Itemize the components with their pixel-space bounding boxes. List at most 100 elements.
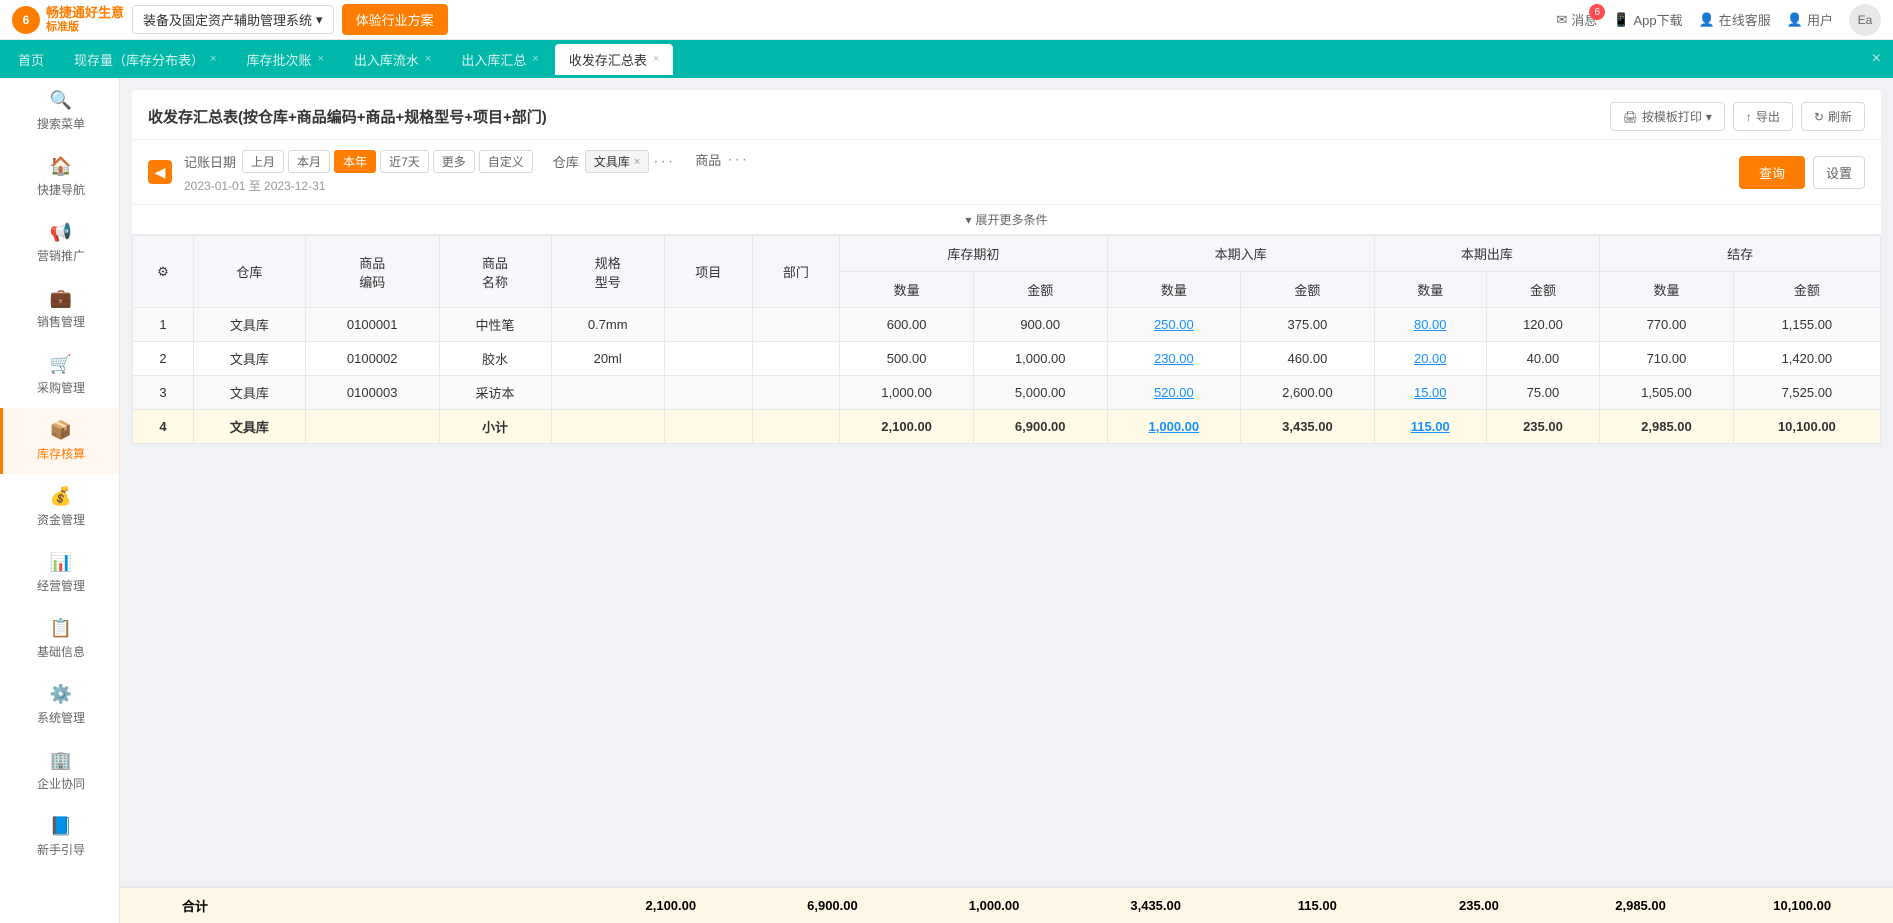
total-in-qty: 1,000.00 [913,898,1075,913]
sidebar-item-quicknav[interactable]: 🏠 快捷导航 [0,144,119,210]
service-icon: 👤 [1699,12,1715,28]
filter-toggle-icon: ◀ [155,164,166,181]
warehouse-tag-text: 文具库 [594,153,630,170]
expand-conditions-button[interactable]: ▾ 展开更多条件 [965,211,1047,228]
row-spec [551,410,664,444]
guide-icon: 📘 [50,816,72,837]
sidebar-item-system[interactable]: ⚙️ 系统管理 [0,672,119,738]
sidebar-item-inventory[interactable]: 📦 库存核算 [0,408,119,474]
export-label: 导出 [1756,108,1780,125]
sidebar-item-purchase[interactable]: 🛒 采购管理 [0,342,119,408]
tab-home[interactable]: 首页 [4,44,58,75]
sidebar-item-sales[interactable]: 💼 销售管理 [0,276,119,342]
user-label: 用户 [1807,10,1833,29]
system-title: 装备及固定资产辅助管理系统 [143,10,312,29]
row-in-qty[interactable]: 520.00 [1107,376,1241,410]
date-btn-custom[interactable]: 自定义 [479,150,533,173]
avatar[interactable]: Ea [1849,4,1881,36]
refresh-button[interactable]: ↻ 刷新 [1801,102,1865,131]
row-bal-qty: 2,985.00 [1600,410,1734,444]
dropdown-arrow-icon: ▾ [316,12,323,28]
row-in-qty[interactable]: 230.00 [1107,342,1241,376]
app-download-item[interactable]: 📱 App下载 [1613,10,1682,29]
tab-in-out-summary-close[interactable]: × [532,53,538,65]
row-out-qty[interactable]: 15.00 [1374,376,1486,410]
tab-in-out-summary[interactable]: 出入库汇总 × [447,44,552,75]
tab-inventory-dist-close[interactable]: × [210,53,216,65]
row-open-qty: 2,100.00 [840,410,974,444]
tab-batch-ledger-close[interactable]: × [317,53,323,65]
trial-button[interactable]: 体验行业方案 [342,4,448,35]
tab-area-close[interactable]: × [1872,50,1881,68]
date-btn-more[interactable]: 更多 [433,150,475,173]
warehouse-tag-remove[interactable]: × [634,156,640,168]
online-service-item[interactable]: 👤 在线客服 [1699,10,1771,29]
message-item[interactable]: ✉ 消息 6 [1556,10,1597,29]
sidebar-item-marketing[interactable]: 📢 营销推广 [0,210,119,276]
goods-filter-more[interactable]: ··· [727,151,749,169]
system-dropdown[interactable]: 装备及固定资产辅助管理系统 ▾ [132,5,334,34]
sidebar-item-enterprise[interactable]: 🏢 企业协同 [0,738,119,804]
row-open-amt: 6,900.00 [973,410,1107,444]
th-bal-qty: 数量 [1600,272,1734,308]
row-out-qty[interactable]: 80.00 [1374,308,1486,342]
sidebar-item-search[interactable]: 🔍 搜索菜单 [0,78,119,144]
date-btn-last-month[interactable]: 上月 [242,150,284,173]
expand-icon: ▾ [965,213,971,227]
row-dept [752,376,840,410]
th-dept: 部门 [752,236,840,308]
tab-recv-send-summary-close[interactable]: × [653,53,659,65]
row-product-name: 胶水 [439,342,551,376]
sidebar-item-guide[interactable]: 📘 新手引导 [0,804,119,870]
tab-recv-send-summary[interactable]: 收发存汇总表 × [555,44,673,75]
row-out-qty[interactable]: 20.00 [1374,342,1486,376]
operations-icon: 📊 [50,552,72,573]
sidebar-item-system-label: 系统管理 [37,709,85,726]
th-open-qty: 数量 [840,272,974,308]
row-dept [752,308,840,342]
tab-inventory-dist[interactable]: 现存量（库存分布表） × [60,44,230,75]
sidebar-item-operations[interactable]: 📊 经营管理 [0,540,119,606]
sidebar-item-operations-label: 经营管理 [37,577,85,594]
filter-bar: ◀ 记账日期 上月 本月 本年 近7天 更多 [132,140,1881,205]
row-out-amt: 235.00 [1486,410,1599,444]
user-item[interactable]: 👤 用户 [1787,10,1833,29]
print-button[interactable]: 🖨 按模板打印 ▾ [1610,102,1725,131]
sidebar-item-basicinfo[interactable]: 📋 基础信息 [0,606,119,672]
row-in-qty[interactable]: 1,000.00 [1107,410,1241,444]
row-out-amt: 75.00 [1486,376,1599,410]
date-btn-this-year[interactable]: 本年 [334,150,376,173]
settings-button[interactable]: 设置 [1813,156,1865,189]
row-in-qty[interactable]: 250.00 [1107,308,1241,342]
tab-home-label: 首页 [18,50,44,69]
marketing-icon: 📢 [50,222,72,243]
query-button[interactable]: 查询 [1739,156,1805,189]
user-icon: 👤 [1787,12,1803,28]
th-bal-amt: 金额 [1733,272,1880,308]
export-button[interactable]: ↑ 导出 [1733,102,1793,131]
th-in-amt: 金额 [1241,272,1375,308]
total-bal-qty: 2,985.00 [1560,898,1722,913]
row-project [664,376,752,410]
system-icon: ⚙️ [50,684,72,705]
row-out-qty[interactable]: 115.00 [1374,410,1486,444]
filter-toggle-button[interactable]: ◀ [148,160,172,184]
tab-in-out-flow-close[interactable]: × [425,53,431,65]
tab-batch-ledger[interactable]: 库存批次账 × [232,44,337,75]
row-spec: 0.7mm [551,308,664,342]
home-icon: 🏠 [50,156,72,177]
sidebar-item-sales-label: 销售管理 [37,313,85,330]
th-out-qty: 数量 [1374,272,1486,308]
row-open-amt: 5,000.00 [973,376,1107,410]
th-product-name: 商品名称 [439,236,551,308]
warehouse-filter-more[interactable]: ··· [653,153,675,171]
date-btn-7days[interactable]: 近7天 [380,150,429,173]
row-product-code: 0100001 [305,308,439,342]
sidebar-item-finance[interactable]: 💰 资金管理 [0,474,119,540]
tab-in-out-flow[interactable]: 出入库流水 × [340,44,445,75]
row-in-amt: 2,600.00 [1241,376,1375,410]
th-settings[interactable]: ⚙ [133,236,194,308]
warehouse-tag[interactable]: 文具库 × [585,150,649,173]
date-btn-this-month[interactable]: 本月 [288,150,330,173]
row-product-name: 小计 [439,410,551,444]
